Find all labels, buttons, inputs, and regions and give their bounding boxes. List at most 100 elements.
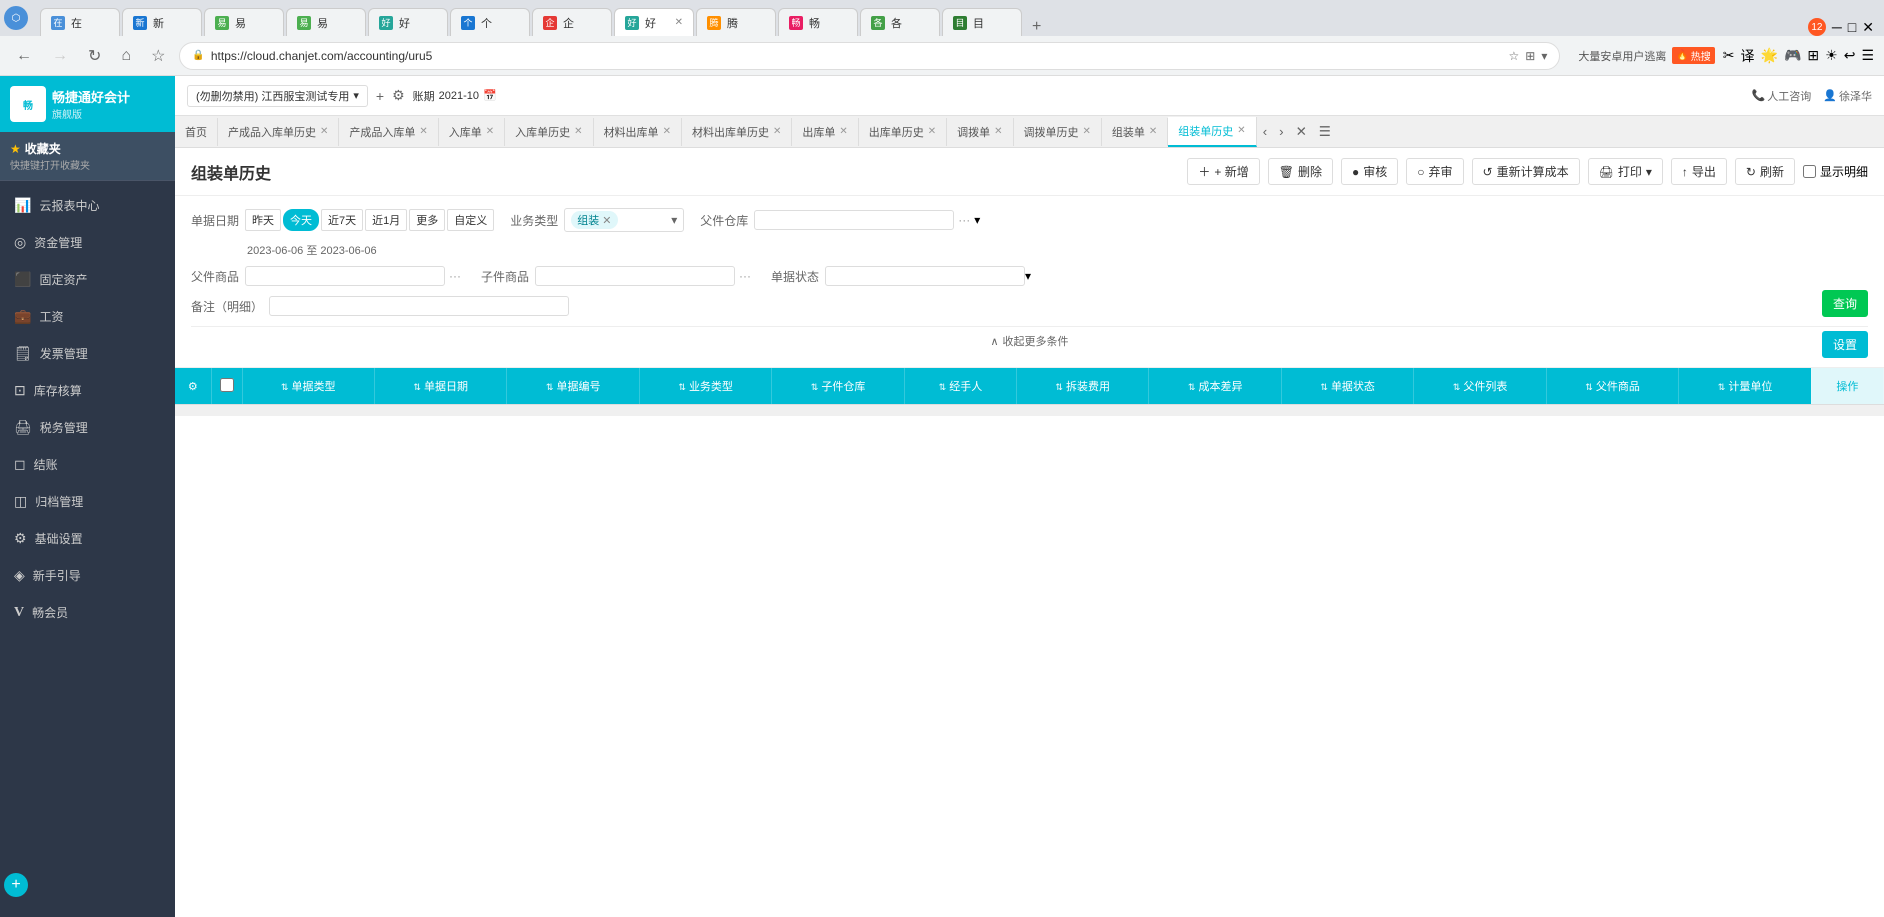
th-handler[interactable]: ⇅ 经手人 [904,368,1016,404]
1month-btn[interactable]: 近1月 [365,209,407,231]
page-tab-assemble[interactable]: 组装单 ✕ [1102,118,1168,146]
refresh-button[interactable]: ↻ 刷新 [1735,158,1795,185]
tab-close-icon[interactable]: ✕ [486,126,494,137]
page-tab-in-history[interactable]: 入库单历史 ✕ [505,118,593,146]
browser-tab-9[interactable]: 腾 腾 [696,8,776,36]
tab-close-icon[interactable]: ✕ [1237,125,1245,136]
more-options-icon[interactable]: ··· [954,213,974,227]
sidebar-item-checkout[interactable]: ◻ 结账 [0,446,175,483]
browser-tab-12[interactable]: 目 目 [942,8,1022,36]
delete-button[interactable]: 🗑 删除 [1268,158,1333,185]
new-tab-button[interactable]: + [1024,18,1049,36]
page-tab-material-out-history[interactable]: 材料出库单历史 ✕ [682,118,792,146]
query-button[interactable]: 查询 [1822,290,1868,317]
note-input[interactable] [269,296,569,316]
yesterday-btn[interactable]: 昨天 [245,209,281,231]
th-order-date[interactable]: ⇅ 单据日期 [374,368,506,404]
collapse-row[interactable]: ∧ 收起更多条件 [191,326,1868,355]
page-tab-out-order[interactable]: 出库单 ✕ [792,118,858,146]
parent-warehouse-input[interactable] [754,210,954,230]
th-parent-goods[interactable]: ⇅ 父件商品 [1546,368,1678,404]
tag-remove-icon[interactable]: ✕ [602,214,611,227]
show-detail-label[interactable]: 显示明细 [1803,163,1868,180]
browser-tab-3[interactable]: 易 易 [204,8,284,36]
qr-code-icon[interactable]: ⊞ [1525,49,1535,63]
business-type-input[interactable]: 组装 ✕ ▾ [564,208,684,232]
human-service-link[interactable]: 📞 人工咨询 [1752,88,1812,104]
menu-icon[interactable]: ☰ [1861,47,1874,64]
refresh-button[interactable]: ↻ [82,44,107,68]
tab-close-icon[interactable]: ✕ [1083,126,1091,137]
browser-tab-8[interactable]: 好 好 ✕ [614,8,694,36]
tab-close-icon[interactable]: ✕ [574,126,582,137]
sidebar-item-tax[interactable]: 🖨 税务管理 [0,409,175,446]
page-tab-home[interactable]: 首页 [175,118,218,146]
page-tab-produce-in[interactable]: 产成品入库单 ✕ [339,118,438,146]
sidebar-item-basic[interactable]: ⚙ 基础设置 [0,520,175,557]
page-tab-transfer-history[interactable]: 调拨单历史 ✕ [1014,118,1102,146]
setting-button[interactable]: 设置 [1822,331,1868,358]
export-button[interactable]: ↑ 导出 [1671,158,1727,185]
cut-icon[interactable]: ✂ [1723,47,1735,64]
tab-next-button[interactable]: › [1273,120,1289,143]
sidebar-item-payroll[interactable]: 💼 工资 [0,298,175,335]
th-order-status[interactable]: ⇅ 单据状态 [1281,368,1413,404]
undo-icon[interactable]: ↩ [1844,47,1856,64]
sidebar-item-invoice[interactable]: 🗒 发票管理 [0,335,175,372]
audit-button[interactable]: ● 审核 [1341,158,1398,185]
scrollbar-area[interactable] [175,404,1884,416]
th-checkbox[interactable] [211,368,242,404]
company-selector[interactable]: (勿删勿禁用) 江西服宝测试专用 ▾ [187,85,368,107]
tab-close-icon[interactable]: ✕ [675,17,683,28]
sidebar-item-funds[interactable]: ◎ 资金管理 [0,224,175,261]
sun-icon[interactable]: ☀ [1825,47,1838,64]
browser-tab-4[interactable]: 易 易 [286,8,366,36]
child-goods-input[interactable] [535,266,735,286]
back-button[interactable]: ← [10,45,38,67]
th-settings[interactable]: ⚙ [175,368,211,404]
abandon-button[interactable]: ○ 弃审 [1406,158,1463,185]
child-goods-more-icon[interactable]: ··· [735,269,755,283]
tab-close-icon[interactable]: ✕ [419,126,427,137]
tab-close-icon[interactable]: ✕ [663,126,671,137]
tab-close-icon[interactable]: ✕ [994,126,1002,137]
select-all-checkbox[interactable] [220,378,234,392]
bottom-add-button[interactable]: + [4,873,28,897]
game-icon[interactable]: 🎮 [1784,47,1801,64]
order-status-dropdown[interactable]: ▾ [1025,269,1031,283]
today-btn[interactable]: 今天 [283,209,319,231]
maximize-button[interactable]: □ [1848,19,1856,35]
forward-button[interactable]: → [46,45,74,67]
browser-tab-5[interactable]: 好 好 [368,8,448,36]
custom-btn[interactable]: 自定义 [447,209,494,231]
parent-warehouse-dropdown[interactable]: ▾ [974,213,980,227]
page-tab-in-order[interactable]: 入库单 ✕ [439,118,505,146]
print-button[interactable]: 🖨 打印 ▾ [1588,158,1663,185]
browser-tab-1[interactable]: 在 在 [40,8,120,36]
tab-close-icon[interactable]: ✕ [773,126,781,137]
parent-goods-more-icon[interactable]: ··· [445,269,465,283]
tab-menu-button[interactable]: ☰ [1313,120,1337,144]
sidebar-item-fixed-assets[interactable]: ⬛ 固定资产 [0,261,175,298]
browser-tab-6[interactable]: 个 个 [450,8,530,36]
browser-tab-10[interactable]: 畅 畅 [778,8,858,36]
bookmark-star-icon[interactable]: ☆ [1508,49,1519,63]
dropdown-icon[interactable]: ▾ [1541,49,1547,63]
sidebar-item-inventory[interactable]: ⊡ 库存核算 [0,372,175,409]
th-unit[interactable]: ⇅ 计量单位 [1679,368,1811,404]
hot-search-badge[interactable]: 🔥 热搜 [1672,47,1714,64]
new-button[interactable]: ＋ + 新增 [1187,158,1259,185]
page-tab-out-history[interactable]: 出库单历史 ✕ [859,118,947,146]
tab-close-icon[interactable]: ✕ [320,126,328,137]
tab-close-all-button[interactable]: ✕ [1290,120,1313,144]
home-button[interactable]: ⌂ [115,45,137,67]
sidebar-item-vip[interactable]: V 畅会员 [0,594,175,631]
parent-goods-input[interactable] [245,266,445,286]
tab-close-icon[interactable]: ✕ [928,126,936,137]
sidebar-item-archive[interactable]: ◫ 归档管理 [0,483,175,520]
th-order-type[interactable]: ⇅ 单据类型 [242,368,374,404]
7days-btn[interactable]: 近7天 [321,209,363,231]
url-input[interactable] [211,49,1503,63]
more-btn[interactable]: 更多 [409,209,445,231]
sidebar-item-guide[interactable]: ◈ 新手引导 [0,557,175,594]
